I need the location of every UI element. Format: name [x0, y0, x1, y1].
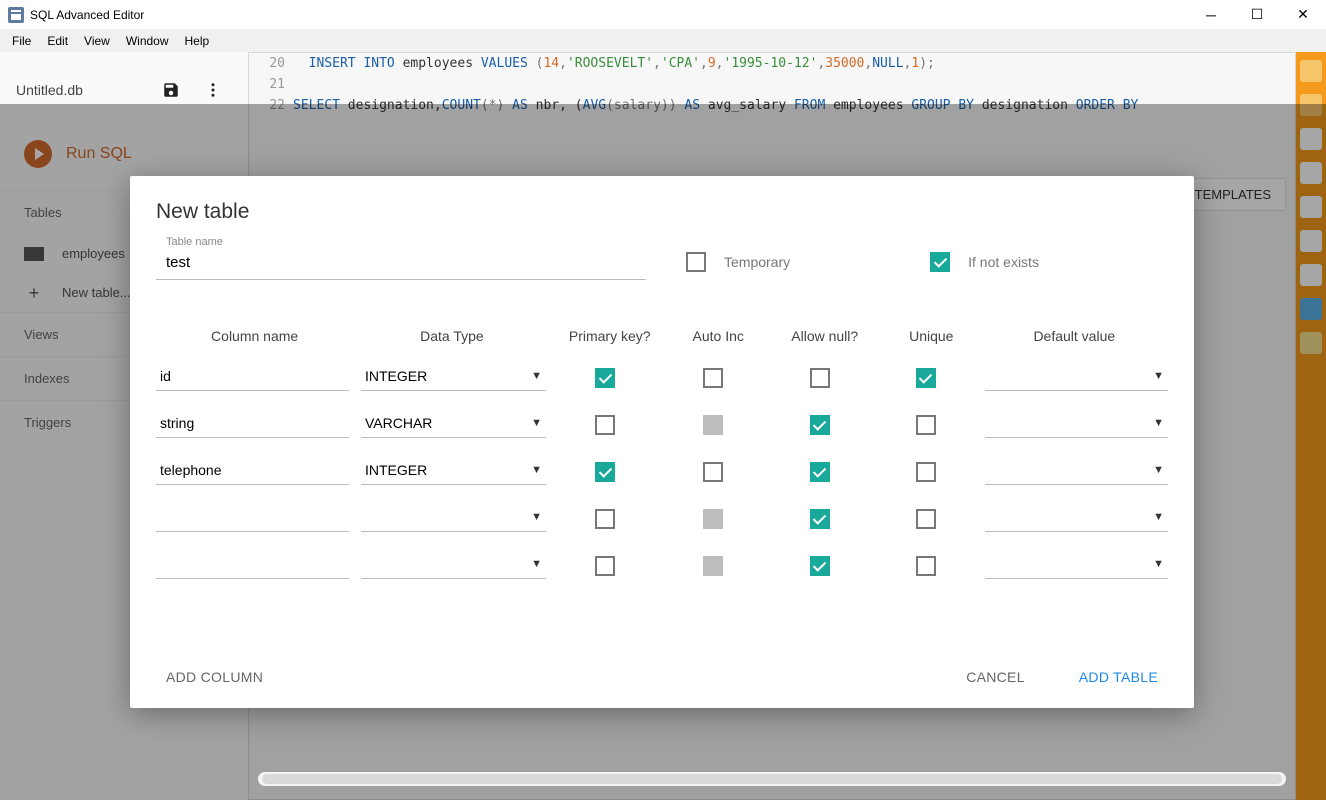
dialog-title: New table	[156, 200, 1168, 224]
gutter-line: 20	[249, 53, 285, 74]
window-controls: ─ ☐ ✕	[1188, 0, 1326, 30]
window-close-button[interactable]: ✕	[1280, 0, 1326, 30]
column-name-input[interactable]	[156, 505, 349, 532]
data-type-select[interactable]	[361, 552, 546, 579]
allow-null-checkbox[interactable]	[810, 415, 830, 435]
scrollbar-thumb[interactable]	[262, 774, 1282, 784]
unique-checkbox[interactable]	[916, 509, 936, 529]
default-value-select[interactable]	[985, 458, 1168, 485]
auto-inc-checkbox	[703, 556, 723, 576]
allow-null-checkbox[interactable]	[810, 368, 830, 388]
app-icon	[8, 7, 24, 23]
table-name-input[interactable]	[156, 248, 646, 280]
header-unique: Unique	[882, 328, 981, 344]
allow-null-checkbox[interactable]	[810, 509, 830, 529]
primary-key-checkbox[interactable]	[595, 556, 615, 576]
undo-icon[interactable]	[1300, 60, 1322, 82]
data-type-select[interactable]	[361, 411, 546, 438]
auto-inc-checkbox[interactable]	[703, 368, 723, 388]
new-table-dialog: New table Table name Temporary If not ex…	[130, 176, 1194, 708]
menu-view[interactable]: View	[76, 34, 118, 48]
column-row: ▼▼	[156, 505, 1168, 532]
add-table-button[interactable]: ADD TABLE	[1069, 661, 1168, 693]
temporary-label: Temporary	[724, 254, 790, 270]
data-type-select[interactable]	[361, 505, 546, 532]
if-not-exists-label: If not exists	[968, 254, 1039, 270]
window-maximize-button[interactable]: ☐	[1234, 0, 1280, 30]
columns-header-row: Column name Data Type Primary key? Auto …	[156, 328, 1168, 344]
default-value-select[interactable]	[985, 364, 1168, 391]
header-primary-key: Primary key?	[551, 328, 669, 344]
column-name-input[interactable]	[156, 411, 349, 438]
menu-file[interactable]: File	[4, 34, 39, 48]
table-name-label: Table name	[156, 236, 646, 248]
auto-inc-checkbox[interactable]	[703, 462, 723, 482]
window-title: SQL Advanced Editor	[30, 8, 1188, 22]
unique-checkbox[interactable]	[916, 368, 936, 388]
temporary-checkbox[interactable]	[686, 252, 706, 272]
data-type-select[interactable]	[361, 364, 546, 391]
editor-horizontal-scrollbar[interactable]	[258, 772, 1286, 786]
primary-key-checkbox[interactable]	[595, 368, 615, 388]
column-row: ▼▼	[156, 552, 1168, 579]
header-data-type: Data Type	[353, 328, 550, 344]
default-value-select[interactable]	[985, 505, 1168, 532]
column-name-input[interactable]	[156, 364, 349, 391]
primary-key-checkbox[interactable]	[595, 509, 615, 529]
allow-null-checkbox[interactable]	[810, 462, 830, 482]
menu-help[interactable]: Help	[177, 34, 218, 48]
menu-window[interactable]: Window	[118, 34, 177, 48]
primary-key-checkbox[interactable]	[595, 462, 615, 482]
cancel-button[interactable]: CANCEL	[956, 661, 1035, 693]
menu-bar: File Edit View Window Help	[0, 30, 1326, 52]
header-default-value: Default value	[981, 328, 1168, 344]
auto-inc-checkbox	[703, 509, 723, 529]
header-allow-null: Allow null?	[768, 328, 882, 344]
unique-checkbox[interactable]	[916, 462, 936, 482]
unique-checkbox[interactable]	[916, 415, 936, 435]
column-row: ▼▼	[156, 458, 1168, 485]
default-value-select[interactable]	[985, 411, 1168, 438]
save-icon[interactable]	[159, 78, 183, 102]
column-name-input[interactable]	[156, 458, 349, 485]
window-minimize-button[interactable]: ─	[1188, 0, 1234, 30]
allow-null-checkbox[interactable]	[810, 556, 830, 576]
work-area: Untitled.db Run SQL Tables employees + N…	[0, 52, 1326, 800]
default-value-select[interactable]	[985, 552, 1168, 579]
if-not-exists-checkbox[interactable]	[930, 252, 950, 272]
primary-key-checkbox[interactable]	[595, 415, 615, 435]
database-name: Untitled.db	[10, 82, 159, 98]
menu-edit[interactable]: Edit	[39, 34, 76, 48]
column-row: ▼▼	[156, 411, 1168, 438]
more-icon[interactable]	[201, 78, 225, 102]
unique-checkbox[interactable]	[916, 556, 936, 576]
auto-inc-checkbox	[703, 415, 723, 435]
code-line-20: INSERT INTO employees VALUES (14,'ROOSEV…	[293, 53, 1295, 74]
header-auto-inc: Auto Inc	[669, 328, 768, 344]
column-row: ▼▼	[156, 364, 1168, 391]
column-name-input[interactable]	[156, 552, 349, 579]
gutter-line: 21	[249, 74, 285, 95]
header-column-name: Column name	[156, 328, 353, 344]
data-type-select[interactable]	[361, 458, 546, 485]
add-column-button[interactable]: ADD COLUMN	[156, 661, 273, 693]
dialog-actions: ADD COLUMN CANCEL ADD TABLE	[130, 646, 1194, 708]
code-line-21	[293, 74, 1295, 95]
window-titlebar: SQL Advanced Editor ─ ☐ ✕	[0, 0, 1326, 30]
